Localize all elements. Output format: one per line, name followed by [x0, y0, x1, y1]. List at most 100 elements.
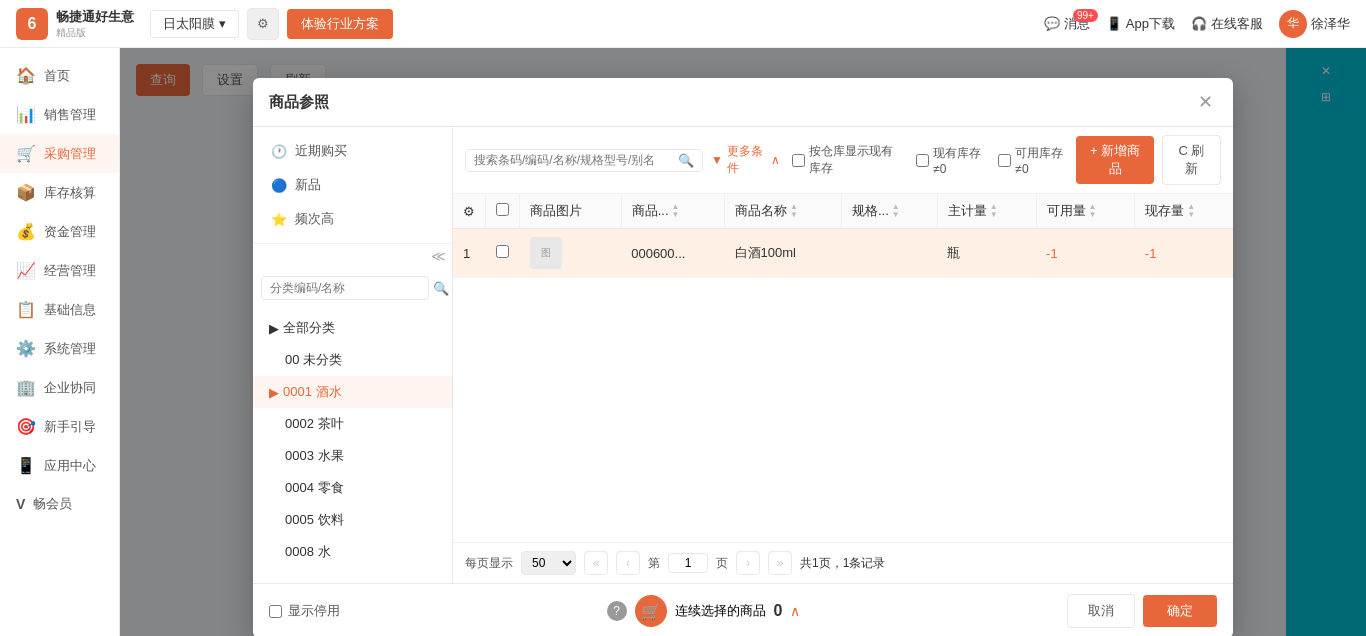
modal-close-button[interactable]: ✕ [1193, 90, 1217, 114]
logo-icon: 6 [16, 8, 48, 40]
customer-service-nav-item[interactable]: 🎧 在线客服 [1191, 15, 1263, 33]
sidebar-item-home[interactable]: 🏠 首页 [0, 56, 119, 95]
collapse-panel-button[interactable]: ≪ [431, 248, 446, 264]
sidebar-item-operations[interactable]: 📈 经营管理 [0, 251, 119, 290]
sidebar-item-label: 畅会员 [33, 495, 72, 513]
category-item-0003[interactable]: 0003 水果 [253, 440, 452, 472]
finance-icon: 💰 [16, 222, 36, 241]
messages-nav-item[interactable]: 💬 消息 99+ [1044, 15, 1090, 33]
sidebar-item-enterprise[interactable]: 🏢 企业协同 [0, 368, 119, 407]
cell-stock: -1 [1135, 229, 1233, 278]
user-nav-item[interactable]: 华 徐泽华 [1279, 10, 1350, 38]
th-settings[interactable]: ⚙ [453, 194, 486, 229]
cancel-button[interactable]: 取消 [1067, 594, 1135, 628]
table-row[interactable]: 1 图 000600... 白酒100ml 瓶 [453, 229, 1233, 278]
sidebar-item-inventory[interactable]: 📦 库存核算 [0, 173, 119, 212]
product-search-input[interactable] [474, 153, 674, 167]
collapse-cart-button[interactable]: ∧ [790, 603, 800, 619]
trial-button[interactable]: 体验行业方案 [287, 9, 393, 39]
first-page-button[interactable]: « [584, 551, 608, 575]
sidebar-item-purchase[interactable]: 🛒 采购管理 [0, 134, 119, 173]
category-item-0002[interactable]: 0002 茶叶 [253, 408, 452, 440]
product-thumbnail: 图 [530, 237, 562, 269]
cell-spec [841, 229, 937, 278]
more-filter-button[interactable]: ▼ 更多条件 ∧ [711, 143, 780, 177]
toolbar-right: + 新增商品 C 刷新 [1076, 135, 1221, 185]
category-search-icon[interactable]: 🔍 [433, 281, 449, 296]
category-item-0004[interactable]: 0004 零食 [253, 472, 452, 504]
checkbox-usable-ne0[interactable]: 可用库存≠0 [998, 145, 1068, 176]
sidebar-item-guide[interactable]: 🎯 新手引导 [0, 407, 119, 446]
category-item-0001[interactable]: ▶ 0001 酒水 [253, 376, 452, 408]
home-icon: 🏠 [16, 66, 36, 85]
table-header-row: ⚙ 商品图片 商品...▲▼ 商品名称▲▼ [453, 194, 1233, 229]
help-icon[interactable]: ? [607, 601, 627, 621]
recent-buy-item[interactable]: 🕐 近期购买 [261, 135, 444, 167]
category-search-input[interactable] [261, 276, 429, 300]
th-name[interactable]: 商品名称▲▼ [725, 194, 842, 229]
th-stock[interactable]: 现存量▲▼ [1135, 194, 1233, 229]
show-disabled-checkbox[interactable] [269, 605, 282, 618]
sales-icon: 📊 [16, 105, 36, 124]
content-area: 查询 设置 刷新 ✕ ⊞ 商品参照 ✕ [120, 48, 1366, 636]
th-checkbox[interactable] [486, 194, 520, 229]
logo-area: 6 畅捷通好生意 精品版 [16, 8, 134, 40]
row-checkbox[interactable] [496, 245, 509, 258]
sidebar-item-label: 库存核算 [44, 184, 96, 202]
add-product-button[interactable]: + 新增商品 [1076, 136, 1154, 184]
category-arrow-0001: ▶ [269, 385, 279, 400]
sidebar-item-label: 首页 [44, 67, 70, 85]
left-panel-top: 🕐 近期购买 🔵 新品 ⭐ 频次高 [253, 127, 452, 244]
sidebar-item-finance[interactable]: 💰 资金管理 [0, 212, 119, 251]
usable-ne0-checkbox[interactable] [998, 154, 1011, 167]
sidebar-item-apps[interactable]: 📱 应用中心 [0, 446, 119, 485]
checkbox-available-ne0[interactable]: 现有库存≠0 [916, 145, 986, 176]
cell-code: 000600... [621, 229, 724, 278]
next-page-button[interactable]: › [736, 551, 760, 575]
enterprise-icon: 🏢 [16, 378, 36, 397]
category-item-0008[interactable]: 0008 水 [253, 536, 452, 568]
left-panel: 🕐 近期购买 🔵 新品 ⭐ 频次高 [253, 127, 453, 583]
product-search-box: 🔍 [465, 149, 703, 172]
category-all[interactable]: ▶ 全部分类 [253, 312, 452, 344]
cell-checkbox[interactable] [486, 229, 520, 278]
page-size-select[interactable]: 50 100 200 [521, 551, 576, 575]
last-page-button[interactable]: » [768, 551, 792, 575]
checkbox-by-warehouse[interactable]: 按仓库显示现有库存 [792, 143, 904, 177]
new-items-item[interactable]: 🔵 新品 [261, 169, 444, 201]
category-item-00[interactable]: 00 未分类 [253, 344, 452, 376]
category-item-0010[interactable]: 0010 家电 [253, 568, 452, 575]
main-layout: 🏠 首页 📊 销售管理 🛒 采购管理 📦 库存核算 💰 资金管理 📈 经营管理 … [0, 48, 1366, 636]
app-download-nav-item[interactable]: 📱 App下载 [1106, 15, 1175, 33]
by-warehouse-checkbox[interactable] [792, 154, 805, 167]
th-available[interactable]: 可用量▲▼ [1036, 194, 1135, 229]
show-disabled-checkbox-label[interactable]: 显示停用 [269, 602, 340, 620]
search-icon[interactable]: 🔍 [678, 153, 694, 168]
settings-button[interactable]: ⚙ [247, 8, 279, 40]
sidebar-item-system[interactable]: ⚙️ 系统管理 [0, 329, 119, 368]
select-all-checkbox[interactable] [496, 203, 509, 216]
cart-label: 连续选择的商品 [675, 602, 766, 620]
sidebar-item-label: 应用中心 [44, 457, 96, 475]
sidebar: 🏠 首页 📊 销售管理 🛒 采购管理 📦 库存核算 💰 资金管理 📈 经营管理 … [0, 48, 120, 636]
sidebar-item-label: 基础信息 [44, 301, 96, 319]
th-spec[interactable]: 规格...▲▼ [841, 194, 937, 229]
page-input[interactable] [668, 553, 708, 573]
category-item-0005[interactable]: 0005 饮料 [253, 504, 452, 536]
sidebar-item-basic[interactable]: 📋 基础信息 [0, 290, 119, 329]
th-unit[interactable]: 主计量▲▼ [937, 194, 1036, 229]
nav-selector[interactable]: 日太阳膜 ▾ [150, 10, 239, 38]
page-label: 第 [648, 555, 660, 572]
available-ne0-checkbox[interactable] [916, 154, 929, 167]
sidebar-item-member[interactable]: V 畅会员 [0, 485, 119, 523]
logo-text: 畅捷通好生意 精品版 [56, 8, 134, 40]
refresh-button[interactable]: C 刷新 [1162, 135, 1221, 185]
cart-icon[interactable]: 🛒 [635, 595, 667, 627]
pagination-bar: 每页显示 50 100 200 « ‹ 第 页 › [453, 542, 1233, 583]
system-icon: ⚙️ [16, 339, 36, 358]
prev-page-button[interactable]: ‹ [616, 551, 640, 575]
sidebar-item-sales[interactable]: 📊 销售管理 [0, 95, 119, 134]
high-freq-item[interactable]: ⭐ 频次高 [261, 203, 444, 235]
confirm-button[interactable]: 确定 [1143, 595, 1217, 627]
th-code[interactable]: 商品...▲▼ [621, 194, 724, 229]
